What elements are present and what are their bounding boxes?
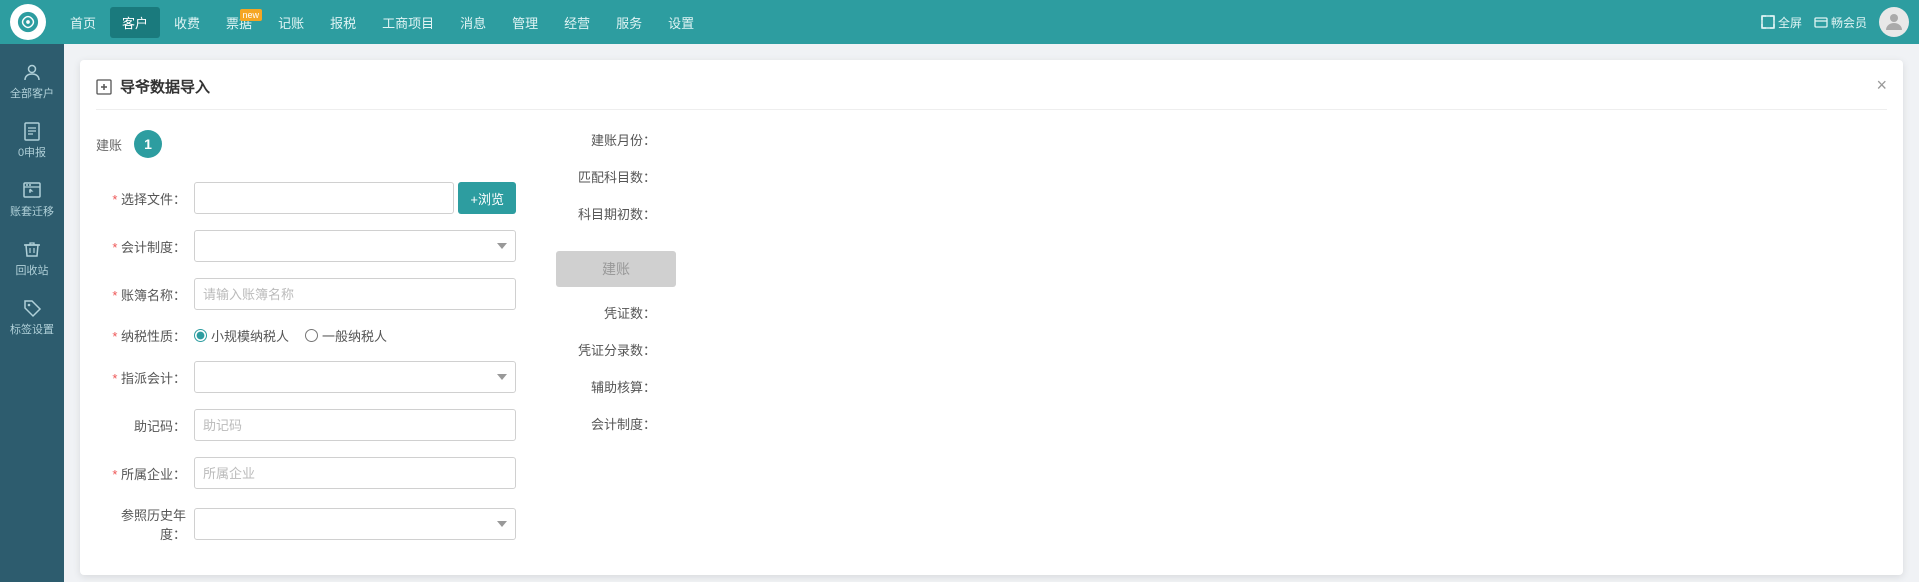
ledger-name-input[interactable] <box>194 278 516 310</box>
sidebar-label-declare: 0申报 <box>18 144 46 160</box>
right-accounting-system-label: 会计制度： <box>556 414 656 433</box>
form-right: 建账月份： 匹配科目数： 科目期初数： 建账 <box>556 130 1887 559</box>
dialog-header: 导爷数据导入 <box>96 76 1887 110</box>
step-label: 建账 <box>96 135 122 154</box>
app-logo[interactable] <box>10 4 46 40</box>
fullscreen-button[interactable]: 全屏 <box>1761 14 1802 31</box>
history-year-row: 参照历史年度： <box>96 505 516 543</box>
step-indicator: 建账 1 <box>96 130 516 158</box>
sidebar-item-trash[interactable]: 回收站 <box>0 231 64 286</box>
nav-item-管理[interactable]: 管理 <box>500 7 550 38</box>
sidebar-label-tags: 标签设置 <box>10 321 54 337</box>
nav-item-服务[interactable]: 服务 <box>604 7 654 38</box>
memo-code-label: 助记码： <box>96 416 186 435</box>
tax-type-general-radio[interactable]: 一般纳税人 <box>305 326 387 345</box>
owner-company-label: 所属企业： <box>96 464 186 483</box>
fullscreen-label: 全屏 <box>1778 14 1802 31</box>
sidebar-item-migrate[interactable]: 账套迁移 <box>0 172 64 227</box>
dialog-container: 导爷数据导入 × 建账 1 选择文件： <box>80 60 1903 575</box>
memo-code-row: 助记码： <box>96 409 516 441</box>
file-input-wrap: +浏览 <box>194 182 516 214</box>
nav-item-报税[interactable]: 报税 <box>318 7 368 38</box>
history-year-select[interactable] <box>194 508 516 540</box>
owner-company-row: 所属企业： <box>96 457 516 489</box>
top-navigation: 首页客户收费票据new记账报税工商项目消息管理经营服务设置 全屏 畅会员 <box>0 0 1919 44</box>
topnav-right: 全屏 畅会员 <box>1761 7 1909 37</box>
subject-initial-label: 科目期初数： <box>556 204 656 223</box>
ledger-name-label: 账簿名称： <box>96 285 186 304</box>
assigned-accountant-row: 指派会计： <box>96 361 516 393</box>
voucher-count-label: 凭证数： <box>556 303 656 322</box>
main-content: 导爷数据导入 × 建账 1 选择文件： <box>64 44 1919 582</box>
import-icon <box>96 79 112 95</box>
tax-type-general-label: 一般纳税人 <box>322 326 387 345</box>
dialog-title: 导爷数据导入 <box>120 76 210 97</box>
tax-type-small-input[interactable] <box>194 329 207 342</box>
match-subject-label: 匹配科目数： <box>556 167 656 186</box>
accounting-system-select[interactable] <box>194 230 516 262</box>
form-layout: 建账 1 选择文件： +浏览 会计制度： <box>96 130 1887 559</box>
nav-item-消息[interactable]: 消息 <box>448 7 498 38</box>
aux-accounting-row: 辅助核算： <box>556 377 1887 396</box>
member-button[interactable]: 畅会员 <box>1814 14 1867 31</box>
right-accounting-system-row: 会计制度： <box>556 414 1887 433</box>
accounting-system-row: 会计制度： <box>96 230 516 262</box>
history-year-wrapper <box>194 508 516 540</box>
assigned-accountant-select[interactable] <box>194 361 516 393</box>
sidebar-item-declare[interactable]: 0申报 <box>0 113 64 168</box>
nav-item-记账[interactable]: 记账 <box>266 7 316 38</box>
nav-item-设置[interactable]: 设置 <box>656 7 706 38</box>
tax-type-small-label: 小规模纳税人 <box>211 326 289 345</box>
sidebar: 全部客户 0申报 账套迁移 <box>0 44 64 582</box>
assigned-accountant-label: 指派会计： <box>96 368 186 387</box>
nav-item-收费[interactable]: 收费 <box>162 7 212 38</box>
browse-button[interactable]: +浏览 <box>458 182 516 214</box>
file-input[interactable] <box>194 182 454 214</box>
dialog-close-button[interactable]: × <box>1876 76 1887 94</box>
nav-item-工商项目[interactable]: 工商项目 <box>370 7 446 38</box>
step-circle: 1 <box>134 130 162 158</box>
tax-type-row: 纳税性质： 小规模纳税人 一般纳税人 <box>96 326 516 345</box>
accounting-system-wrapper <box>194 230 516 262</box>
build-account-button[interactable]: 建账 <box>556 251 676 287</box>
subject-initial-row: 科目期初数： <box>556 204 1887 223</box>
history-year-label: 参照历史年度： <box>96 505 186 543</box>
nav-items: 首页客户收费票据new记账报税工商项目消息管理经营服务设置 <box>58 7 706 38</box>
member-label: 畅会员 <box>1831 14 1867 31</box>
sidebar-item-tags[interactable]: 标签设置 <box>0 290 64 345</box>
user-avatar[interactable] <box>1879 7 1909 37</box>
build-month-row: 建账月份： <box>556 130 1887 149</box>
tax-type-label: 纳税性质： <box>96 326 186 345</box>
nav-item-首页[interactable]: 首页 <box>58 7 108 38</box>
sidebar-label-migrate: 账套迁移 <box>10 203 54 219</box>
nav-item-经营[interactable]: 经营 <box>552 7 602 38</box>
voucher-count-row: 凭证数： <box>556 303 1887 322</box>
voucher-records-label: 凭证分录数： <box>556 340 656 359</box>
build-month-label: 建账月份： <box>556 130 656 149</box>
match-subject-row: 匹配科目数： <box>556 167 1887 186</box>
ledger-name-row: 账簿名称： <box>96 278 516 310</box>
sidebar-label-trash: 回收站 <box>16 262 49 278</box>
form-left: 建账 1 选择文件： +浏览 会计制度： <box>96 130 516 559</box>
aux-accounting-label: 辅助核算： <box>556 377 656 396</box>
sidebar-item-all-clients[interactable]: 全部客户 <box>0 54 64 109</box>
assigned-accountant-wrapper <box>194 361 516 393</box>
memo-code-input[interactable] <box>194 409 516 441</box>
layout: 全部客户 0申报 账套迁移 <box>0 44 1919 582</box>
sidebar-label-all-clients: 全部客户 <box>10 85 54 101</box>
nav-item-客户[interactable]: 客户 <box>110 7 160 38</box>
file-select-row: 选择文件： +浏览 <box>96 182 516 214</box>
owner-company-input[interactable] <box>194 457 516 489</box>
nav-item-票据[interactable]: 票据new <box>214 7 264 38</box>
accounting-system-label: 会计制度： <box>96 237 186 256</box>
file-label: 选择文件： <box>96 189 186 208</box>
tax-type-general-input[interactable] <box>305 329 318 342</box>
tax-type-small-radio[interactable]: 小规模纳税人 <box>194 326 289 345</box>
tax-type-radio-group: 小规模纳税人 一般纳税人 <box>194 326 516 345</box>
voucher-records-row: 凭证分录数： <box>556 340 1887 359</box>
